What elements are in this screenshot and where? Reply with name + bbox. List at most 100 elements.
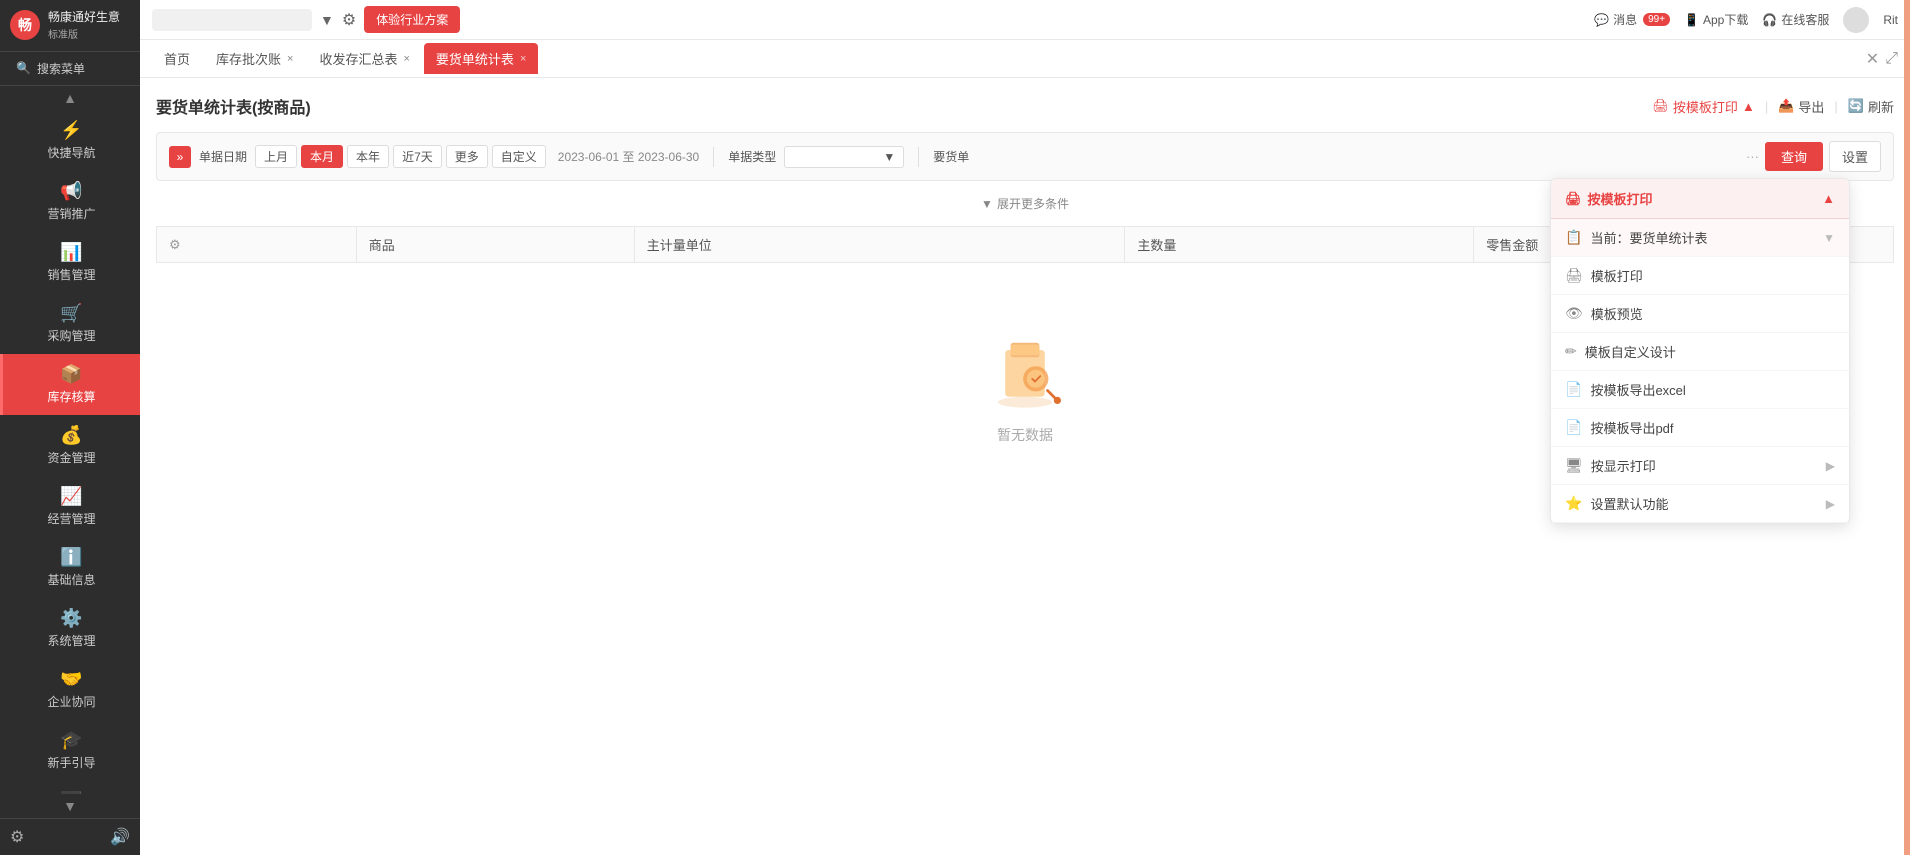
- more-options-icon[interactable]: ···: [1746, 149, 1759, 164]
- tab-maximize-btn[interactable]: ⤢: [1885, 50, 1898, 68]
- sidebar-item-marketing[interactable]: 📢 营销推广: [0, 171, 140, 232]
- template-print-icon: 🖨: [1565, 267, 1583, 284]
- query-btn[interactable]: 查询: [1765, 142, 1823, 171]
- dropdown-collapse-icon[interactable]: ▲: [1822, 191, 1835, 206]
- date-range-display: 2023-06-01 至 2023-06-30: [558, 148, 699, 165]
- table-settings-icon[interactable]: ⚙: [169, 237, 181, 252]
- dropdown-item-template-design[interactable]: ✏ 模板自定义设计: [1551, 333, 1849, 371]
- date-btn-more[interactable]: 更多: [446, 145, 488, 168]
- tab-close-btn[interactable]: ✕: [1866, 49, 1879, 69]
- print-dropdown-popup: 🖨 按模板打印 ▲ 📋 当前：要货单统计表 ▼: [1550, 178, 1850, 524]
- resize-handle[interactable]: [1904, 0, 1910, 855]
- sidebar-item-finance[interactable]: 💰 资金管理: [0, 415, 140, 476]
- sidebar-item-operation[interactable]: 📈 经营管理: [0, 476, 140, 537]
- settings-icon[interactable]: ⚙: [10, 827, 24, 847]
- sidebar-item-appstore[interactable]: 🔲 应用中心: [0, 781, 140, 794]
- tab-requisition-stats-label: 要货单统计表: [436, 49, 514, 68]
- tab-home[interactable]: 首页: [152, 43, 202, 74]
- refresh-btn[interactable]: 🔄 刷新: [1848, 97, 1894, 116]
- sidebar-item-quick-nav[interactable]: ⚡ 快捷导航: [0, 110, 140, 171]
- dropdown-item-template-preview[interactable]: 👁 模板预览: [1551, 295, 1849, 333]
- expand-more-btn[interactable]: ▼ 展开更多条件: [969, 191, 1081, 216]
- trial-button[interactable]: 体验行业方案: [364, 6, 460, 33]
- current-template-item[interactable]: 📋 当前：要货单统计表 ▼: [1551, 219, 1849, 257]
- app-download-btn[interactable]: 📱 App下载: [1684, 11, 1748, 28]
- sidebar-search[interactable]: 🔍 搜索菜单: [0, 52, 140, 86]
- sidebar-item-guide[interactable]: 🎓 新手引导: [0, 720, 140, 781]
- display-print-label: 按显示打印: [1591, 456, 1656, 475]
- sidebar-item-system[interactable]: ⚙️ 系统管理: [0, 598, 140, 659]
- print-chevron-icon: ▲: [1742, 99, 1755, 114]
- tab-inventory-batch-label: 库存批次账: [216, 49, 281, 68]
- dropdown-item-export-excel[interactable]: 📄 按模板导出excel: [1551, 371, 1849, 409]
- search-label: 搜索菜单: [37, 60, 85, 77]
- print-template-btn[interactable]: 🖨 按模板打印 ▲: [1652, 97, 1754, 116]
- template-preview-label: 模板预览: [1591, 304, 1643, 323]
- expand-filter-btn[interactable]: »: [169, 146, 191, 168]
- header-left: ▼ ⚙ 体验行业方案: [152, 6, 460, 33]
- display-print-left: 🖥 按显示打印: [1565, 456, 1656, 475]
- message-badge: 99+: [1643, 13, 1670, 26]
- tab-collection-summary[interactable]: 收发存汇总表 ×: [307, 43, 421, 74]
- sidebar-item-label: 企业协同: [47, 693, 95, 710]
- top-header: ▼ ⚙ 体验行业方案 💬 消息 99+ 📱 App下载 🎧 在线客服 Rit: [140, 0, 1910, 40]
- sidebar-item-basic[interactable]: ℹ️ 基础信息: [0, 537, 140, 598]
- tab-collection-summary-close[interactable]: ×: [403, 53, 409, 65]
- dropdown-item-set-default[interactable]: ⭐ 设置默认功能 ▶: [1551, 485, 1849, 523]
- template-design-left: ✏ 模板自定义设计: [1565, 342, 1676, 361]
- online-service-btn[interactable]: 🎧 在线客服: [1762, 11, 1829, 28]
- doc-type-select[interactable]: ▼: [784, 146, 904, 168]
- export-excel-left: 📄 按模板导出excel: [1565, 380, 1686, 399]
- date-btn-custom[interactable]: 自定义: [492, 145, 546, 168]
- tab-inventory-batch-close[interactable]: ×: [287, 53, 293, 65]
- sidebar-scroll-down[interactable]: ▼: [0, 794, 140, 818]
- finance-icon: 💰: [60, 425, 82, 446]
- date-btn-this-year[interactable]: 本年: [347, 145, 389, 168]
- system-icon: ⚙️: [60, 608, 82, 629]
- sidebar-item-purchase[interactable]: 🛒 采购管理: [0, 293, 140, 354]
- dropdown-item-export-pdf[interactable]: 📄 按模板导出pdf: [1551, 409, 1849, 447]
- user-avatar[interactable]: [1843, 7, 1869, 33]
- export-btn[interactable]: 📤 导出: [1778, 97, 1824, 116]
- page-content: 要货单统计表(按商品) 🖨 按模板打印 ▲ | 📤 导出 | 🔄: [140, 78, 1910, 855]
- purchase-icon: 🛒: [60, 303, 82, 324]
- expand-arrow-icon: ▼: [981, 197, 993, 211]
- sidebar-item-enterprise[interactable]: 🤝 企业协同: [0, 659, 140, 720]
- dropdown-title: 🖨 按模板打印: [1565, 189, 1653, 208]
- audio-icon[interactable]: 🔊: [110, 827, 130, 847]
- sidebar-item-label: 系统管理: [47, 632, 95, 649]
- date-filter-label: 单据日期: [199, 148, 247, 165]
- online-service-label: 在线客服: [1781, 11, 1829, 28]
- export-pdf-left: 📄 按模板导出pdf: [1565, 418, 1674, 437]
- template-preview-left: 👁 模板预览: [1565, 304, 1643, 323]
- date-btn-this-month[interactable]: 本月: [301, 145, 343, 168]
- sidebar-item-label: 库存核算: [47, 388, 95, 405]
- breadcrumb-dropdown-btn[interactable]: ▼: [320, 12, 334, 28]
- basic-icon: ℹ️: [60, 547, 82, 568]
- sidebar-item-inventory[interactable]: 📦 库存核算: [0, 354, 140, 415]
- dropdown-header: 🖨 按模板打印 ▲: [1551, 179, 1849, 219]
- export-excel-icon: 📄: [1565, 381, 1582, 398]
- breadcrumb-input[interactable]: [152, 9, 312, 31]
- display-print-arrow: ▶: [1826, 459, 1835, 473]
- current-template-label: 当前：要货单统计表: [1590, 228, 1707, 247]
- tab-requisition-stats-close[interactable]: ×: [520, 53, 526, 65]
- sidebar-item-label: 营销推广: [47, 205, 95, 222]
- dropdown-item-template-print[interactable]: 🖨 模板打印: [1551, 257, 1849, 295]
- sidebar-scroll-up[interactable]: ▲: [0, 86, 140, 110]
- user-name[interactable]: Rit: [1883, 13, 1898, 27]
- date-btn-last-month[interactable]: 上月: [255, 145, 297, 168]
- sidebar-item-sales[interactable]: 📊 销售管理: [0, 232, 140, 293]
- tab-inventory-batch[interactable]: 库存批次账 ×: [204, 43, 305, 74]
- page-actions: 🖨 按模板打印 ▲ | 📤 导出 | 🔄 刷新: [1652, 97, 1894, 116]
- message-btn[interactable]: 💬 消息 99+: [1594, 11, 1670, 28]
- app-logo-icon: 畅: [10, 10, 40, 40]
- header-settings-btn[interactable]: ⚙: [342, 10, 356, 30]
- filter-divider: [713, 147, 714, 167]
- date-btn-last-7days[interactable]: 近7天: [393, 145, 442, 168]
- dropdown-item-display-print[interactable]: 🖥 按显示打印 ▶: [1551, 447, 1849, 485]
- app-download-icon: 📱: [1684, 13, 1699, 27]
- tab-requisition-stats[interactable]: 要货单统计表 ×: [424, 43, 538, 74]
- sidebar-item-label: 采购管理: [47, 327, 95, 344]
- settings-btn[interactable]: 设置: [1829, 141, 1881, 172]
